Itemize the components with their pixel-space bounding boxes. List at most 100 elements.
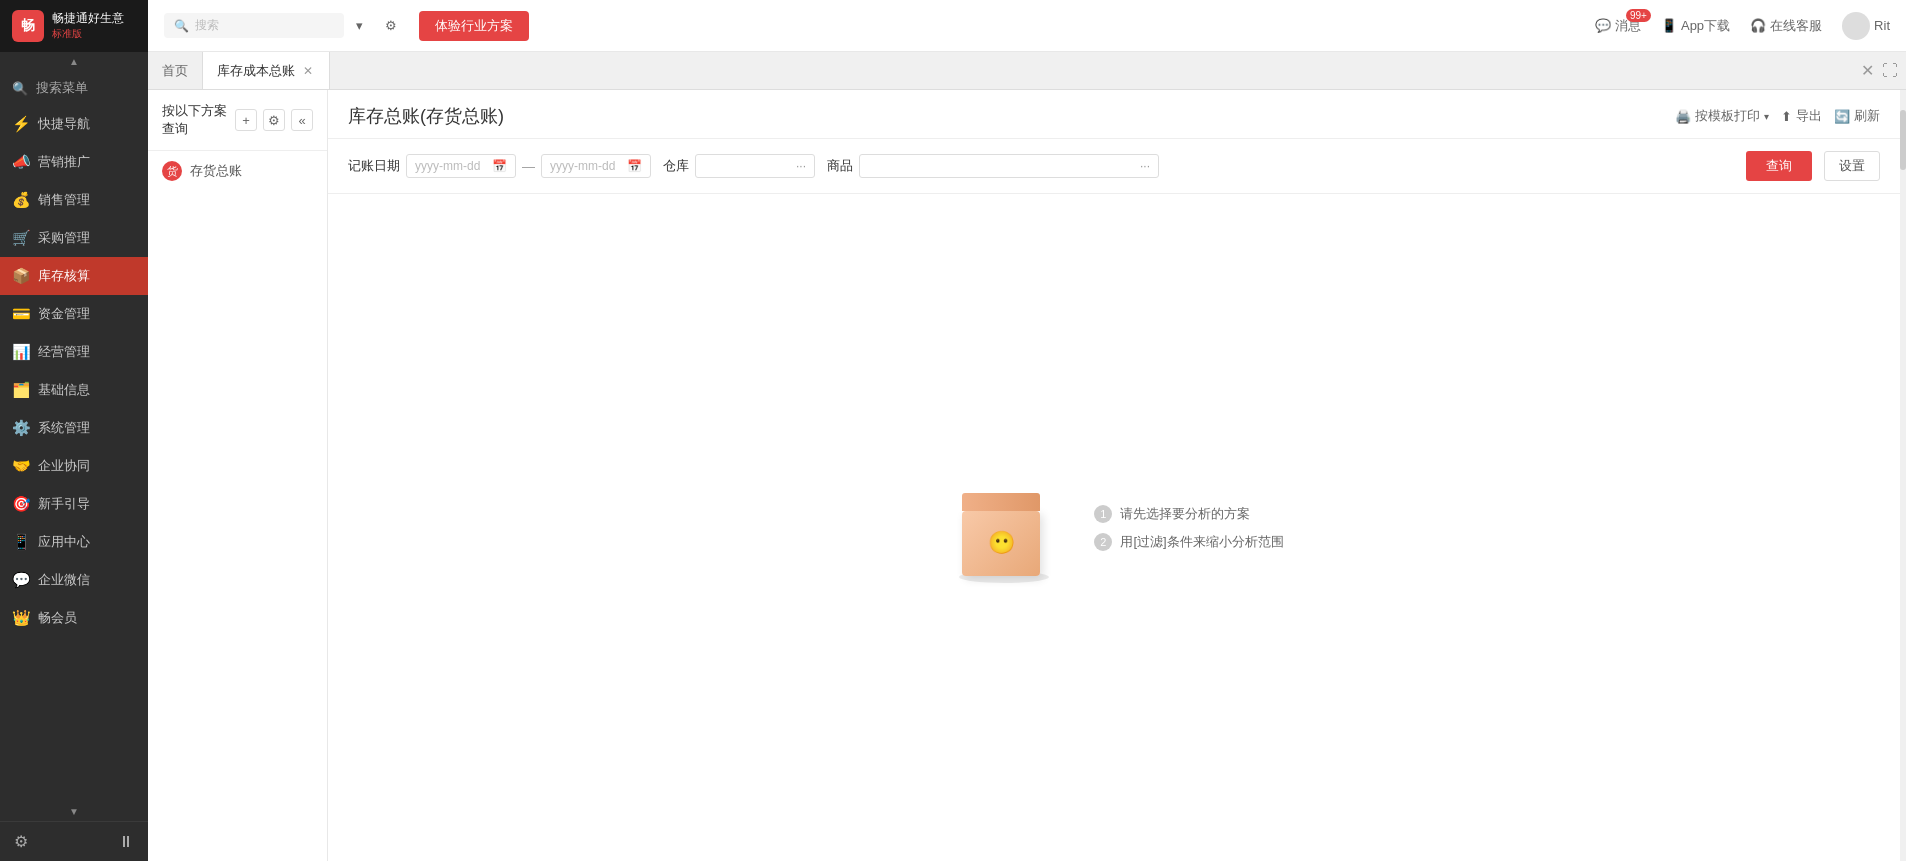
- sidebar-scroll-up[interactable]: ▲: [0, 52, 148, 71]
- filter-settings-btn[interactable]: ⚙: [263, 109, 285, 131]
- sidebar-scroll-down[interactable]: ▼: [0, 802, 148, 821]
- sidebar-item-sales[interactable]: 💰 销售管理: [0, 181, 148, 219]
- sidebar-nav: 🔍 搜索菜单 ⚡ 快捷导航 📣 营销推广 💰 销售管理 🛒 采购管理 📦 库存核…: [0, 71, 148, 802]
- main-area: 🔍 搜索 ▾ ⚙ 体验行业方案 💬 消息 99+ 📱 App下载 🎧 在线客服: [148, 0, 1906, 861]
- page-actions: 🖨️ 按模板打印 ▾ ⬆ 导出 🔄 刷新: [1675, 107, 1880, 125]
- message-btn[interactable]: 💬 消息 99+: [1595, 17, 1641, 35]
- sidebar-item-marketing[interactable]: 📣 营销推广: [0, 143, 148, 181]
- filter-item-inventory[interactable]: 货 存货总账: [148, 151, 327, 191]
- calendar-start-icon[interactable]: 📅: [492, 159, 507, 173]
- gear-icon: ⚙: [385, 18, 397, 33]
- export-icon: ⬆: [1781, 109, 1792, 124]
- user-profile-btn[interactable]: Rit: [1842, 12, 1890, 40]
- tab-close-all-icon[interactable]: ✕: [1861, 61, 1874, 80]
- sidebar-label-basic: 基础信息: [38, 381, 90, 399]
- warehouse-more-icon[interactable]: ···: [796, 159, 806, 173]
- search-icon: 🔍: [12, 81, 28, 96]
- date-end-input[interactable]: yyyy-mm-dd 📅: [541, 154, 651, 178]
- tip-num-2: 2: [1094, 533, 1112, 551]
- tab-home-label: 首页: [162, 62, 188, 80]
- refresh-icon: 🔄: [1834, 109, 1850, 124]
- product-more-icon[interactable]: ···: [1140, 159, 1150, 173]
- sidebar-label-cooperation: 企业协同: [38, 457, 90, 475]
- topbar-dropdown-icon[interactable]: ▾: [356, 18, 363, 33]
- sidebar-item-guide[interactable]: 🎯 新手引导: [0, 485, 148, 523]
- sidebar-item-cooperation[interactable]: 🤝 企业协同: [0, 447, 148, 485]
- filter-item-icon: 货: [162, 161, 182, 181]
- basic-icon: 🗂️: [12, 381, 30, 399]
- filter-item-icon-text: 货: [167, 164, 178, 179]
- app-download-btn[interactable]: 📱 App下载: [1661, 17, 1730, 35]
- guide-icon: 🎯: [12, 495, 30, 513]
- filter-actions: + ⚙ «: [235, 109, 313, 131]
- phone-icon: 📱: [1661, 18, 1677, 33]
- product-label: 商品: [827, 157, 853, 175]
- appstore-icon: 📱: [12, 533, 30, 551]
- sidebar-item-system[interactable]: ⚙️ 系统管理: [0, 409, 148, 447]
- warehouse-select: 仓库 ···: [663, 154, 815, 178]
- quick-nav-icon: ⚡: [12, 115, 30, 133]
- trial-industry-button[interactable]: 体验行业方案: [419, 11, 529, 41]
- sidebar-item-operations[interactable]: 📊 经营管理: [0, 333, 148, 371]
- sidebar-item-appstore[interactable]: 📱 应用中心: [0, 523, 148, 561]
- print-label: 按模板打印: [1695, 107, 1760, 125]
- sidebar-label-inventory: 库存核算: [38, 267, 90, 285]
- sidebar-toggle-icon[interactable]: ⏸: [118, 833, 134, 851]
- date-label: 记账日期: [348, 157, 400, 175]
- settings-button[interactable]: 设置: [1824, 151, 1880, 181]
- print-btn[interactable]: 🖨️ 按模板打印 ▾: [1675, 107, 1769, 125]
- sidebar-label-marketing: 营销推广: [38, 153, 90, 171]
- tab-inventory-label: 库存成本总账: [217, 62, 295, 80]
- date-start-input[interactable]: yyyy-mm-dd 📅: [406, 154, 516, 178]
- warehouse-label: 仓库: [663, 157, 689, 175]
- product-input[interactable]: ···: [859, 154, 1159, 178]
- sidebar-item-purchase[interactable]: 🛒 采购管理: [0, 219, 148, 257]
- page-title: 库存总账(存货总账): [348, 104, 504, 128]
- app-name: 畅捷通好生意: [52, 11, 124, 27]
- sidebar-item-member[interactable]: 👑 畅会员: [0, 599, 148, 637]
- wechat-icon: 💬: [12, 571, 30, 589]
- settings-gear-icon[interactable]: ⚙: [14, 832, 28, 851]
- sidebar-label-appstore: 应用中心: [38, 533, 90, 551]
- tip-text-1: 请先选择要分析的方案: [1120, 505, 1250, 523]
- sidebar-search[interactable]: 🔍 搜索菜单: [0, 71, 148, 105]
- sidebar-item-wechat[interactable]: 💬 企业微信: [0, 561, 148, 599]
- calendar-end-icon[interactable]: 📅: [627, 159, 642, 173]
- online-service-btn[interactable]: 🎧 在线客服: [1750, 17, 1822, 35]
- topbar-settings-btn[interactable]: ⚙: [375, 10, 407, 42]
- member-icon: 👑: [12, 609, 30, 627]
- app-version: 标准版: [52, 27, 124, 41]
- tab-expand-icon[interactable]: ⛶: [1882, 62, 1898, 80]
- warehouse-input[interactable]: ···: [695, 154, 815, 178]
- finance-icon: 💳: [12, 305, 30, 323]
- sidebar-label-system: 系统管理: [38, 419, 90, 437]
- date-end-placeholder: yyyy-mm-dd: [550, 159, 615, 173]
- search-button[interactable]: 查询: [1746, 151, 1812, 181]
- sidebar: 畅 畅捷通好生意 标准版 ▲ 🔍 搜索菜单 ⚡ 快捷导航 📣 营销推广 💰 销售…: [0, 0, 148, 861]
- tab-bar-actions: ✕ ⛶: [1861, 61, 1906, 80]
- print-dropdown-icon: ▾: [1764, 111, 1769, 122]
- sales-icon: 💰: [12, 191, 30, 209]
- topbar-search-text: 搜索: [195, 17, 219, 34]
- filter-collapse-btn[interactable]: «: [291, 109, 313, 131]
- empty-tip-2: 2 用[过滤]条件来缩小分析范围: [1094, 533, 1283, 551]
- empty-tips: 1 请先选择要分析的方案 2 用[过滤]条件来缩小分析范围: [1094, 505, 1283, 551]
- sidebar-item-quick-nav[interactable]: ⚡ 快捷导航: [0, 105, 148, 143]
- logo-icon: 畅: [12, 10, 44, 42]
- tab-close-icon[interactable]: ✕: [301, 63, 315, 79]
- app-download-label: App下载: [1681, 17, 1730, 35]
- refresh-btn[interactable]: 🔄 刷新: [1834, 107, 1880, 125]
- sidebar-label-purchase: 采购管理: [38, 229, 90, 247]
- right-panel: 库存总账(存货总账) 🖨️ 按模板打印 ▾ ⬆ 导出 🔄 刷新: [328, 90, 1900, 861]
- cooperation-icon: 🤝: [12, 457, 30, 475]
- sidebar-item-inventory[interactable]: 📦 库存核算: [0, 257, 148, 295]
- topbar-search[interactable]: 🔍 搜索: [164, 13, 344, 38]
- sidebar-item-basic[interactable]: 🗂️ 基础信息: [0, 371, 148, 409]
- tab-home[interactable]: 首页: [148, 52, 203, 89]
- filter-header-label: 按以下方案查询: [162, 102, 235, 138]
- tab-inventory-ledger[interactable]: 库存成本总账 ✕: [203, 52, 330, 89]
- scrollbar[interactable]: [1900, 90, 1906, 861]
- filter-add-btn[interactable]: +: [235, 109, 257, 131]
- sidebar-item-finance[interactable]: 💳 资金管理: [0, 295, 148, 333]
- export-btn[interactable]: ⬆ 导出: [1781, 107, 1822, 125]
